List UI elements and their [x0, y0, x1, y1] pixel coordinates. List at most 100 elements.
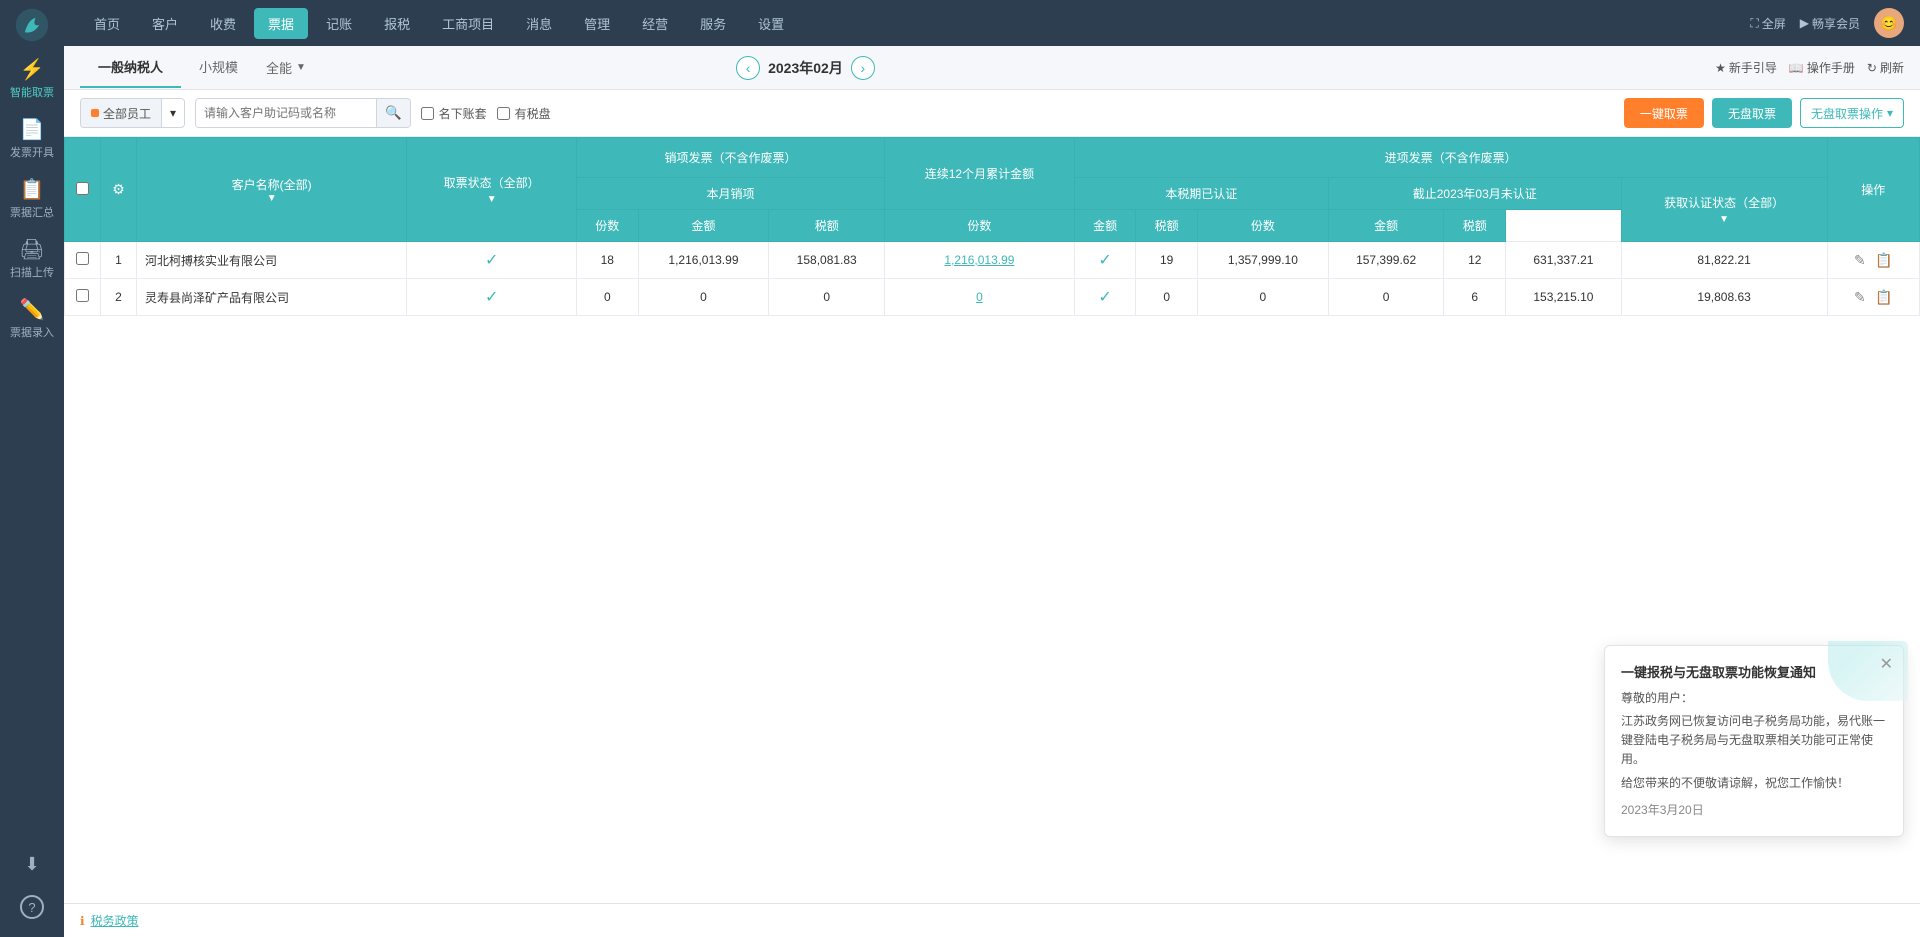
cert-status-filter-icon[interactable]: ▼	[1719, 214, 1729, 225]
no-disk-operations-dropdown[interactable]: 无盘取票操作 ▾	[1800, 98, 1904, 128]
select-all-checkbox[interactable]	[76, 182, 89, 195]
nav-business[interactable]: 工商项目	[428, 8, 508, 39]
sidebar-item-invoice-summary[interactable]: 📋 票据汇总	[0, 170, 64, 230]
td-purch-cert-tax-1: 157,399.62	[1328, 242, 1444, 279]
td-sales-tax-1: 158,081.83	[769, 242, 885, 279]
nav-operations[interactable]: 经营	[628, 8, 682, 39]
employee-select[interactable]: 全部员工 ▾	[80, 98, 185, 128]
td-purch-cert-tax-2: 0	[1328, 279, 1444, 316]
sidebar-item-issue-invoice[interactable]: 📄 发票开具	[0, 110, 64, 170]
table-row: 2 灵寿县尚泽矿产品有限公司 ✓ 0 0 0 0	[65, 279, 1920, 316]
nav-customer[interactable]: 客户	[138, 8, 192, 39]
sidebar-help[interactable]: ?	[0, 887, 64, 927]
th-uncert-amount: 金额	[1328, 210, 1444, 242]
fullscreen-btn[interactable]: ⛶ 全屏	[1750, 15, 1785, 32]
nav-messages[interactable]: 消息	[512, 8, 566, 39]
td-fetch-status-1: ✓	[407, 242, 577, 279]
th-purch-cert-tax: 税额	[1136, 210, 1198, 242]
td-purch-cert-amount-1: 1,357,999.10	[1197, 242, 1328, 279]
sub-account-checkbox[interactable]	[421, 107, 434, 120]
th-cert-status: 获取认证状态（全部） ▼	[1621, 178, 1827, 242]
no-disk-fetch-button[interactable]: 无盘取票	[1712, 98, 1792, 128]
th-customer-label: 客户名称(全部)	[145, 176, 398, 193]
refresh-label: 刷新	[1880, 59, 1904, 76]
th-fetch-status: 取票状态（全部） ▼	[407, 138, 577, 242]
notification-line3: 给您带来的不便敬请谅解，祝您工作愉快！	[1621, 774, 1887, 793]
manual-btn[interactable]: 📖 操作手册	[1789, 59, 1855, 76]
th-purch-cert-num: 份数	[885, 210, 1075, 242]
row-checkbox-2[interactable]	[76, 289, 89, 302]
cert-status-icon-1: ✓	[1098, 252, 1111, 269]
td-idx-1: 1	[101, 242, 137, 279]
new-guide-btn[interactable]: ★ 新手引导	[1715, 59, 1777, 76]
dropdown-arrow-icon: ▾	[1887, 106, 1893, 120]
nav-tax[interactable]: 报税	[370, 8, 424, 39]
nav-receivables[interactable]: 收费	[196, 8, 250, 39]
sidebar-item-data-entry[interactable]: ✏️ 票据录入	[0, 290, 64, 350]
td-customer-2: 灵寿县尚泽矿产品有限公司	[137, 279, 407, 316]
th-sales-num: 份数	[577, 210, 639, 242]
search-button[interactable]: 🔍	[376, 99, 410, 127]
cumulative-link-2[interactable]: 0	[976, 290, 983, 304]
sidebar-item-scan-upload[interactable]: 🖨 扫描上传	[0, 230, 64, 290]
sidebar: ⚡ 智能取票 📄 发票开具 📋 票据汇总 🖨 扫描上传 ✏️ 票据录入 ⬇ ?	[0, 0, 64, 937]
vip-icon: ▶	[1800, 16, 1809, 30]
edit-icon-1[interactable]: ✎	[1854, 252, 1866, 268]
month-prev-btn[interactable]: ‹	[736, 56, 760, 80]
employee-select-label: 全部员工	[81, 99, 162, 127]
month-next-btn[interactable]: ›	[851, 56, 875, 80]
sub-account-checkbox-label[interactable]: 名下账套	[421, 105, 487, 122]
refresh-btn[interactable]: ↻ 刷新	[1867, 59, 1904, 76]
td-cumulative-2: 0	[885, 279, 1075, 316]
view-icon-2[interactable]: 📋	[1875, 289, 1892, 305]
has-plate-checkbox[interactable]	[497, 107, 510, 120]
search-input[interactable]	[196, 99, 376, 127]
smart-fetch-icon: ⚡	[20, 60, 45, 80]
th-sales-tax: 税额	[769, 210, 885, 242]
row-checkbox-1[interactable]	[76, 252, 89, 265]
nav-services[interactable]: 服务	[686, 8, 740, 39]
notification-date: 2023年3月20日	[1621, 801, 1887, 820]
vip-btn[interactable]: ▶ 畅享会员	[1800, 15, 1860, 32]
notification-close-button[interactable]: ✕	[1880, 654, 1893, 674]
cumulative-link-1[interactable]: 1,216,013.99	[944, 253, 1014, 267]
td-checkbox-1	[65, 242, 101, 279]
has-plate-label: 有税盘	[515, 105, 551, 122]
tab-general-taxpayer[interactable]: 一般纳税人	[80, 47, 181, 88]
view-icon-1[interactable]: 📋	[1875, 252, 1892, 268]
tab-all[interactable]: 全能 ▼	[256, 48, 316, 87]
avatar[interactable]: 😊	[1874, 8, 1904, 38]
employee-select-value[interactable]: ▾	[162, 99, 184, 127]
notification-body: 尊敬的用户： 江苏政务网已恢复访问电子税务局功能，易代账一键登陆电子税务局与无盘…	[1621, 689, 1887, 820]
nav-accounting[interactable]: 记账	[312, 8, 366, 39]
th-until-uncertified: 截止2023年03月未认证	[1328, 178, 1621, 210]
td-fetch-status-2: ✓	[407, 279, 577, 316]
has-plate-checkbox-label[interactable]: 有税盘	[497, 105, 551, 122]
sidebar-bottom: ⬇ ?	[0, 846, 64, 937]
tab-small-scale[interactable]: 小规模	[181, 47, 256, 88]
one-click-fetch-button[interactable]: 一键取票	[1624, 98, 1704, 128]
sidebar-download[interactable]: ⬇	[0, 846, 64, 883]
notification-line2: 江苏政务网已恢复访问电子税务局功能，易代账一键登陆电子税务局与无盘取票相关功能可…	[1621, 712, 1887, 770]
refresh-icon: ↻	[1867, 61, 1877, 75]
edit-icon-2[interactable]: ✎	[1854, 289, 1866, 305]
td-action-1: ✎ 📋	[1827, 242, 1920, 279]
sidebar-item-smart-fetch[interactable]: ⚡ 智能取票	[0, 50, 64, 110]
footer-tax-policy-link[interactable]: 税务政策	[91, 912, 139, 929]
fullscreen-label: 全屏	[1762, 15, 1786, 32]
nav-settings[interactable]: 设置	[744, 8, 798, 39]
td-sales-num-2: 0	[577, 279, 639, 316]
invoice-summary-icon: 📋	[20, 180, 45, 200]
nav-invoices[interactable]: 票据	[254, 8, 308, 39]
filter-icon[interactable]: ▼	[267, 193, 277, 204]
fetch-status-filter-icon[interactable]: ▼	[487, 194, 497, 205]
sidebar-item-label: 发票开具	[10, 144, 54, 160]
nav-management[interactable]: 管理	[570, 8, 624, 39]
nav-home[interactable]: 首页	[80, 8, 134, 39]
td-purch-cert-num-2: 0	[1136, 279, 1198, 316]
td-action-2: ✎ 📋	[1827, 279, 1920, 316]
issue-invoice-icon: 📄	[20, 120, 45, 140]
main-table: ⚙ 客户名称(全部) ▼ 取票状态（全部） ▼ 销项发票（不含作废票） 连续12…	[64, 137, 1920, 316]
gear-icon[interactable]: ⚙	[112, 181, 125, 197]
manual-icon: 📖	[1789, 61, 1804, 75]
